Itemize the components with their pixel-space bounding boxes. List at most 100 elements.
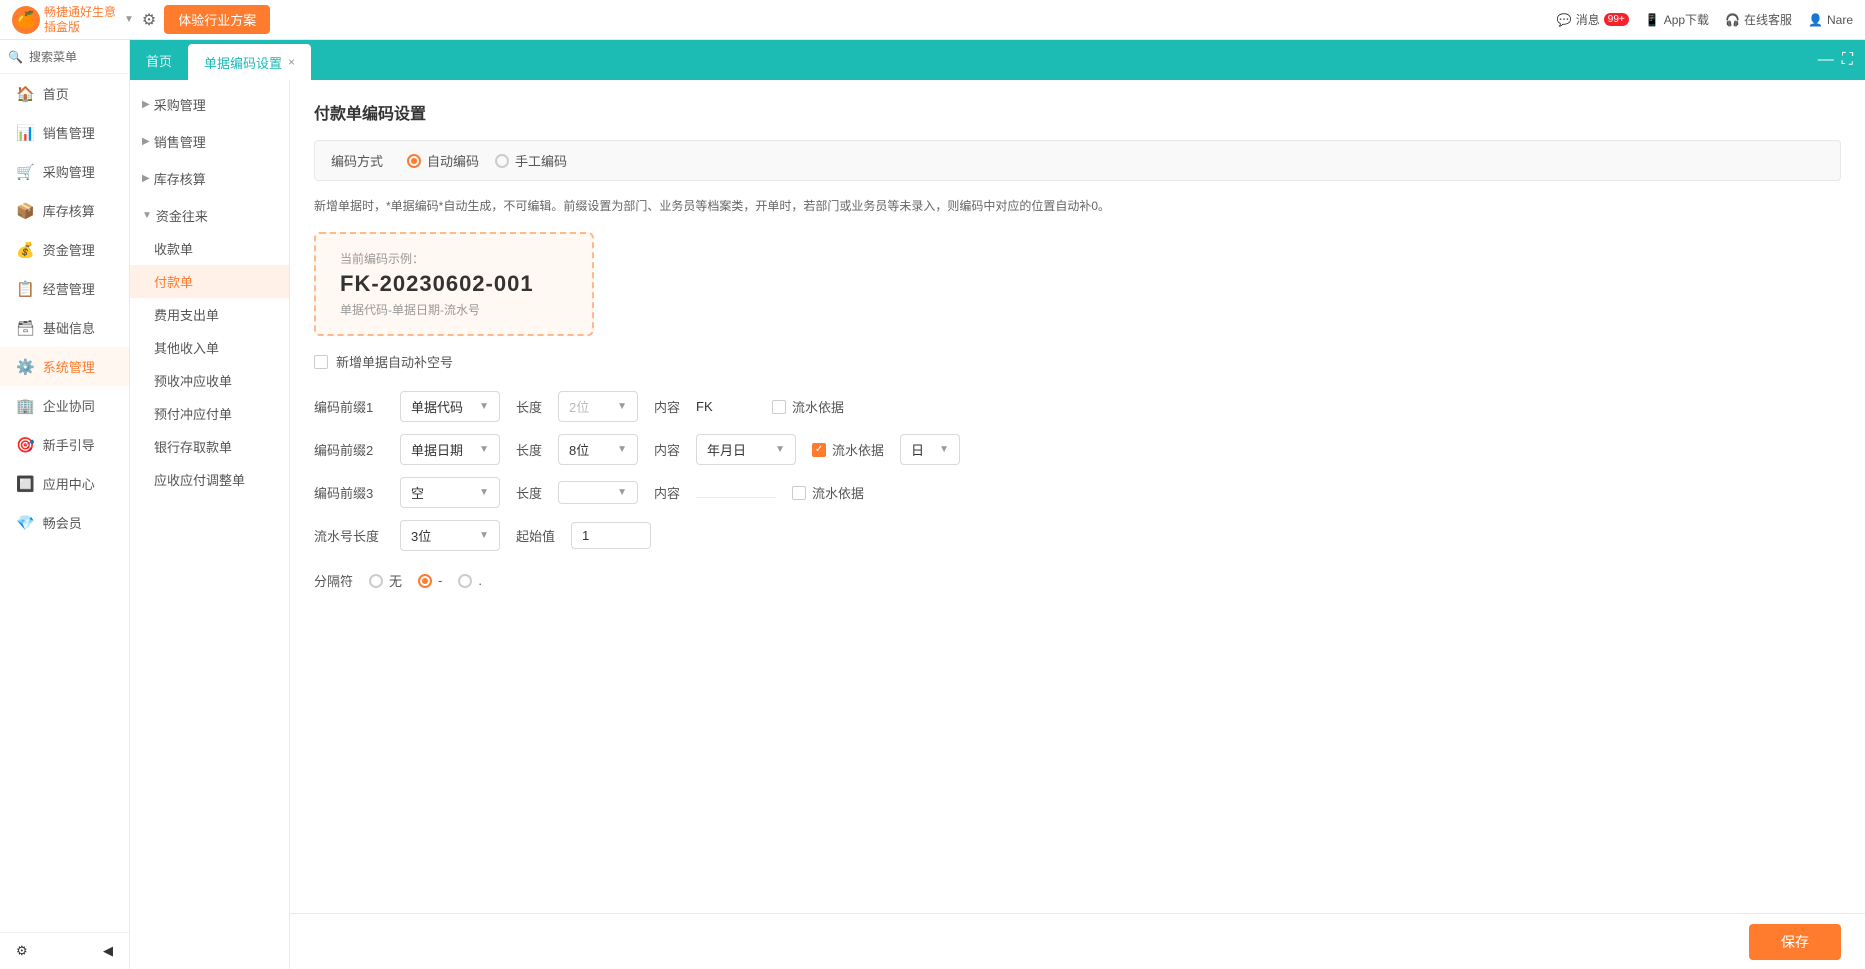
home-icon: 🏠 [16,85,35,103]
sep-dot-radio-dot [458,574,472,588]
settings-icon[interactable]: ⚙ [142,10,156,30]
chevron-down-icon: ▼ [479,530,489,541]
auto-radio[interactable]: 自动编码 [407,151,479,170]
main-area: 首页 单据编码设置 × — ⛶ ▶ 采购管理 [130,40,1865,969]
prefix3-content-value [696,487,776,498]
tab-bar: 首页 单据编码设置 × — ⛶ [130,40,1865,80]
top-bar-left: 🍊 畅捷通好生意 插盒版 ▼ ⚙ 体验行业方案 [12,5,1549,34]
tab-minimize-icon[interactable]: — [1818,51,1834,69]
sep-none-radio[interactable]: 无 [369,571,402,590]
sec-item-receipt[interactable]: 收款单 [130,232,289,265]
prefix3-select[interactable]: 空 ▼ [400,477,500,508]
user-avatar: 👤 [1808,13,1823,27]
guide-icon: 🎯 [16,436,35,454]
serial-length-label: 流水号长度 [314,526,384,545]
serial-length-select[interactable]: 3位 ▼ [400,520,500,551]
sep-dash-radio[interactable]: - [418,573,442,588]
experience-button[interactable]: 体验行业方案 [164,5,270,34]
chevron-down-icon: ▼ [617,487,627,498]
sidebar-item-sales[interactable]: 📊 销售管理 [0,113,129,152]
sec-item-payment[interactable]: 付款单 [130,265,289,298]
chevron-down-icon: ▼ [479,444,489,455]
tab-close-icon[interactable]: × [288,55,295,69]
auto-fill-checkbox[interactable] [314,355,328,369]
sidebar-item-inventory[interactable]: 📦 库存核算 [0,191,129,230]
sec-group-funds-header[interactable]: ▼ 资金往来 [130,199,289,232]
tab-bar-right: — ⛶ [1818,51,1865,69]
sep-dot-radio[interactable]: . [458,573,482,588]
sidebar-item-home[interactable]: 🏠 首页 [0,74,129,113]
preview-desc: 单据代码-单据日期-流水号 [340,301,568,318]
sec-item-prepay-payable[interactable]: 预付冲应付单 [130,397,289,430]
tab-home[interactable]: 首页 [130,40,188,80]
footer-settings-icon[interactable]: ⚙ [16,943,28,959]
sidebar-item-basic[interactable]: 🗃 基础信息 [0,308,129,347]
prefix3-length-label: 长度 [516,483,542,502]
member-icon: 💎 [16,514,35,532]
content-area: ▶ 采购管理 ▶ 销售管理 ▶ 库存核算 [130,80,1865,969]
sec-item-receivable-adj[interactable]: 应收应付调整单 [130,463,289,496]
tab-encoding-settings[interactable]: 单据编码设置 × [188,44,311,80]
message-button[interactable]: 💬 消息 99+ [1557,11,1629,28]
manual-radio[interactable]: 手工编码 [495,151,567,170]
preview-code: FK-20230602-001 [340,271,568,297]
sidebar-footer: ⚙ ◀ [0,932,129,969]
sec-item-income[interactable]: 其他收入单 [130,331,289,364]
sec-group-sales-header[interactable]: ▶ 销售管理 [130,125,289,158]
message-badge: 99+ [1604,13,1629,26]
save-button[interactable]: 保存 [1749,924,1841,960]
prefix1-length-select[interactable]: 2位 ▼ [558,391,638,422]
chevron-right-icon: ▶ [142,136,150,147]
sidebar-item-guide[interactable]: 🎯 新手引导 [0,425,129,464]
sec-item-expense[interactable]: 费用支出单 [130,298,289,331]
sidebar-item-operations[interactable]: 📋 经营管理 [0,269,129,308]
encoding-method-label: 编码方式 [331,151,383,170]
sidebar-item-enterprise[interactable]: 🏢 企业协同 [0,386,129,425]
prefix3-length-select[interactable]: ▼ [558,481,638,504]
start-value-input[interactable] [571,522,651,549]
prefix1-stream-checkbox[interactable]: 流水依据 [772,397,844,416]
prefix3-stream-checkbox-box [792,486,806,500]
sidebar-item-apps[interactable]: 🔲 应用中心 [0,464,129,503]
chevron-down-icon: ▼ [479,401,489,412]
left-sidebar: 🔍 搜索菜单 🏠 首页 📊 销售管理 🛒 采购管理 📦 库存核算 💰 [0,40,130,969]
sec-item-bank-deposit[interactable]: 银行存取款单 [130,430,289,463]
secondary-sidebar: ▶ 采购管理 ▶ 销售管理 ▶ 库存核算 [130,80,290,969]
finance-icon: 💰 [16,241,35,259]
auto-fill-row: 新增单据自动补空号 [314,352,1841,371]
manual-radio-dot [495,154,509,168]
footer-collapse-icon[interactable]: ◀ [103,943,113,959]
prefix2-length-select[interactable]: 8位 ▼ [558,434,638,465]
prefix3-stream-checkbox[interactable]: 流水依据 [792,483,864,502]
main-layout: 🔍 搜索菜单 🏠 首页 📊 销售管理 🛒 采购管理 📦 库存核算 💰 [0,40,1865,969]
sec-group-purchase-header[interactable]: ▶ 采购管理 [130,88,289,121]
app-download-button[interactable]: 📱 App下载 [1645,11,1709,28]
serial-row: 流水号长度 3位 ▼ 起始值 [314,520,1841,551]
start-value-label: 起始值 [516,526,555,545]
user-menu[interactable]: 👤 Nare [1808,13,1853,27]
prefix2-stream-checkbox[interactable]: ✓ 流水依据 [812,440,884,459]
separator-row: 分隔符 无 - . [314,571,1841,590]
system-icon: ⚙️ [16,358,35,376]
sidebar-item-purchase[interactable]: 🛒 采购管理 [0,152,129,191]
encoding-form: 编码前缀1 单据代码 ▼ 长度 2位 ▼ 内容 FK [314,391,1841,551]
sidebar-item-finance[interactable]: 💰 资金管理 [0,230,129,269]
service-icon: 🎧 [1725,13,1740,27]
dropdown-arrow-icon[interactable]: ▼ [124,14,134,25]
tab-expand-icon[interactable]: ⛶ [1842,51,1853,69]
online-service-button[interactable]: 🎧 在线客服 [1725,11,1792,28]
sec-group-inventory-header[interactable]: ▶ 库存核算 [130,162,289,195]
prefix1-select[interactable]: 单据代码 ▼ [400,391,500,422]
sidebar-item-system[interactable]: ⚙️ 系统管理 [0,347,129,386]
brand-icon: 🍊 [12,6,40,34]
prefix2-content-select[interactable]: 年月日 ▼ [696,434,796,465]
sec-group-funds: ▼ 资金往来 收款单 付款单 费用支出单 其他收入单 [130,199,289,496]
search-menu[interactable]: 🔍 搜索菜单 [0,40,129,74]
sidebar-item-member[interactable]: 💎 畅会员 [0,503,129,542]
sep-none-radio-dot [369,574,383,588]
sec-item-prepay-receivable[interactable]: 预收冲应收单 [130,364,289,397]
prefix2-select[interactable]: 单据日期 ▼ [400,434,500,465]
prefix2-day-select[interactable]: 日 ▼ [900,434,960,465]
prefix1-length-label: 长度 [516,397,542,416]
page-content: 付款单编码设置 编码方式 自动编码 手工编码 [290,80,1865,969]
